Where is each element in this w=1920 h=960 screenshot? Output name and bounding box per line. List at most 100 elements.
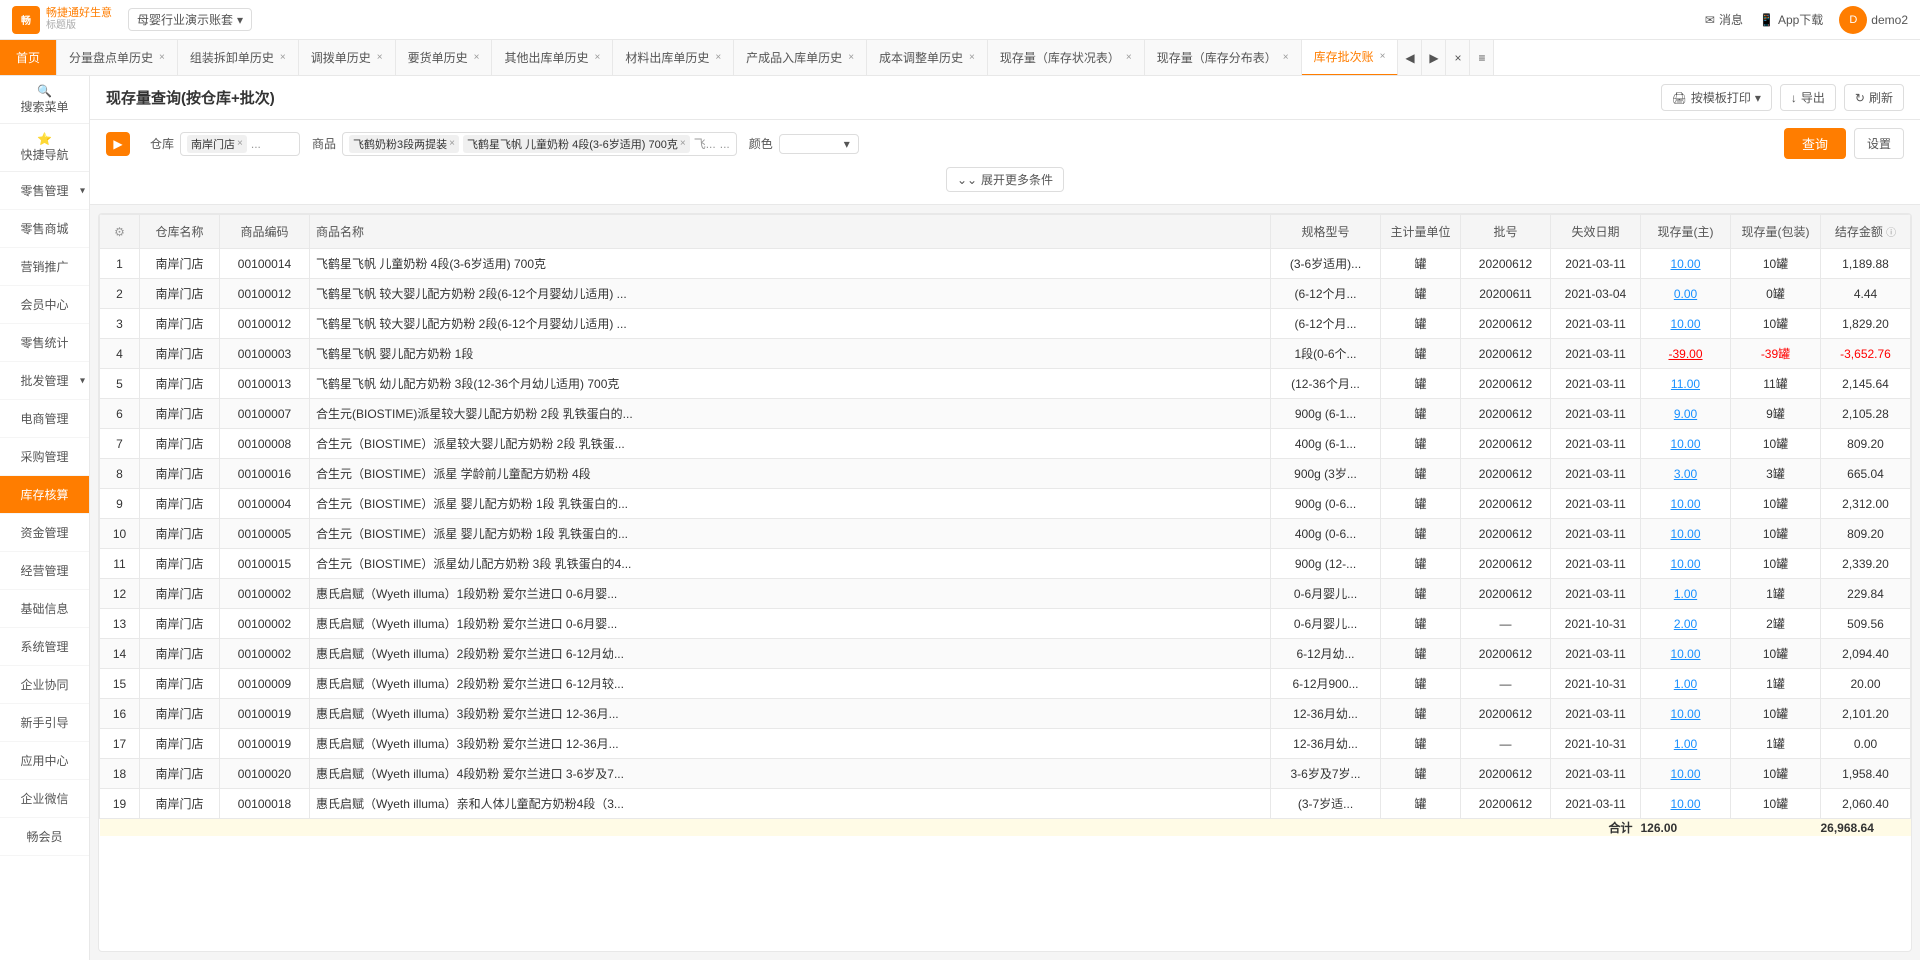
sidebar-item-member[interactable]: 会员中心 [0,286,89,324]
tab-other-out[interactable]: 其他出库单历史 × [492,40,613,76]
query-button[interactable]: 查询 [1784,128,1846,159]
tab-mix-close[interactable]: × [377,52,383,63]
row-qty[interactable]: 3.00 [1641,459,1731,489]
row-qty[interactable]: -39.00 [1641,339,1731,369]
row-qty[interactable]: 9.00 [1641,399,1731,429]
row-batch: — [1461,669,1551,699]
row-qty[interactable]: 1.00 [1641,729,1731,759]
row-qty[interactable]: 1.00 [1641,579,1731,609]
tab-nav-next[interactable]: ▶ [1422,40,1446,76]
app-download-button[interactable]: 📱 App下载 [1759,11,1823,28]
row-index: 1 [100,249,140,279]
tab-req-close[interactable]: × [474,52,480,63]
expand-filter-button[interactable]: ▶ [106,132,130,156]
sidebar-item-ecommerce[interactable]: 电商管理 [0,400,89,438]
tab-stock-status[interactable]: 现存量（库存状况表） × [988,40,1145,76]
row-qty[interactable]: 10.00 [1641,639,1731,669]
sidebar-item-appcenter[interactable]: 应用中心 [0,742,89,780]
row-qty[interactable]: 2.00 [1641,609,1731,639]
tab-mix[interactable]: 调拨单历史 × [299,40,396,76]
tab-stock-dist-close[interactable]: × [1283,52,1289,63]
product-tag-1-close[interactable]: × [449,138,455,149]
table-row: 4 南岸门店 00100003 飞鹤星飞帆 婴儿配方奶粉 1段 1段(0-6个.… [100,339,1911,369]
warehouse-more-dots[interactable]: ... [251,137,261,151]
product-tag-box[interactable]: 飞鹤奶粉3段两提装 × 飞鹤星飞帆 儿童奶粉 4段(3-6岁适用) 700克 ×… [342,132,737,156]
print-button[interactable]: 🖨 按模板打印 ▾ [1661,84,1772,111]
table-row: 13 南岸门店 00100002 惠氏启赋（Wyeth illuma）1段奶粉 … [100,609,1911,639]
company-selector[interactable]: 母婴行业演示账套 ▾ [128,8,252,31]
row-batch: — [1461,729,1551,759]
product-more-dots[interactable]: ... [720,137,730,151]
sidebar-item-retail[interactable]: 零售管理 ▾ [0,172,89,210]
tab-batch-voucher-close[interactable]: × [1380,51,1386,62]
sidebar-item-purchase[interactable]: 采购管理 [0,438,89,476]
row-batch: 20200612 [1461,489,1551,519]
tab-cost-adjust[interactable]: 成本调整单历史 × [867,40,988,76]
tab-disassemble[interactable]: 组装拆卸单历史 × [178,40,299,76]
sidebar-item-newguide[interactable]: 新手引导 [0,704,89,742]
tab-stock-status-close[interactable]: × [1126,52,1132,63]
tab-nav-close[interactable]: × [1446,40,1470,76]
sidebar-item-retail-stats[interactable]: 零售统计 [0,324,89,362]
row-qty[interactable]: 10.00 [1641,489,1731,519]
sidebar-item-wholesale[interactable]: 批发管理 ▾ [0,362,89,400]
row-qty[interactable]: 10.00 [1641,759,1731,789]
expand-more-button[interactable]: ⌄⌄ 展开更多条件 [946,167,1064,192]
sidebar-item-retail-shop[interactable]: 零售商城 [0,210,89,248]
tab-nav-prev[interactable]: ◀ [1398,40,1422,76]
refresh-button[interactable]: ↻ 刷新 [1844,84,1904,111]
sidebar-search[interactable]: 🔍 搜索菜单 [0,76,89,124]
tab-material-out-close[interactable]: × [715,52,721,63]
tab-nav-menu[interactable]: ≡ [1470,40,1494,76]
tab-material-out[interactable]: 材料出库单历史 × [613,40,734,76]
row-code: 00100013 [220,369,310,399]
tab-stock-dist[interactable]: 现存量（库存分布表） × [1145,40,1302,76]
tab-cost-adjust-close[interactable]: × [969,52,975,63]
tab-batch-voucher[interactable]: 库存批次账 × [1302,40,1399,76]
color-selector[interactable]: ▾ [779,134,859,154]
sidebar-item-operations[interactable]: 经营管理 [0,552,89,590]
row-qty[interactable]: 10.00 [1641,249,1731,279]
message-button[interactable]: ✉ 消息 [1705,11,1743,28]
row-qty[interactable]: 11.00 [1641,369,1731,399]
sidebar-item-basic[interactable]: 基础信息 [0,590,89,628]
chevron-down-icon: ▾ [80,185,85,196]
sidebar-item-finance[interactable]: 资金管理 [0,514,89,552]
row-qty[interactable]: 10.00 [1641,699,1731,729]
tab-product-in-close[interactable]: × [848,52,854,63]
table-row: 5 南岸门店 00100013 飞鹤星飞帆 幼儿配方奶粉 3段(12-36个月幼… [100,369,1911,399]
info-icon[interactable]: ⓘ [1886,228,1896,239]
sidebar-item-system[interactable]: 系统管理 [0,628,89,666]
row-warehouse: 南岸门店 [140,429,220,459]
user-avatar[interactable]: D demo2 [1839,6,1908,34]
row-qty[interactable]: 10.00 [1641,789,1731,819]
expand-down-icon: ⌄⌄ [957,173,977,187]
tab-disassemble-close[interactable]: × [280,52,286,63]
settings-icon[interactable]: ⚙ [114,225,125,239]
tab-home[interactable]: 首页 [0,40,57,76]
sidebar-quick-nav[interactable]: ⭐ 快捷导航 [0,124,89,172]
row-qty[interactable]: 10.00 [1641,309,1731,339]
tab-product-in[interactable]: 产成品入库单历史 × [734,40,867,76]
tab-split-close[interactable]: × [159,52,165,63]
warehouse-tag-close[interactable]: × [237,138,243,149]
tab-other-out-close[interactable]: × [594,52,600,63]
row-qty[interactable]: 10.00 [1641,429,1731,459]
tab-split[interactable]: 分量盘点单历史 × [57,40,178,76]
export-button[interactable]: ↓ 导出 [1780,84,1836,111]
warehouse-tag-box[interactable]: 南岸门店 × ... [180,132,300,156]
sidebar-item-enterprise[interactable]: 企业协同 [0,666,89,704]
product-tag-2-close[interactable]: × [680,138,686,149]
row-pkg: 1罐 [1731,669,1821,699]
setting-button[interactable]: 设置 [1854,128,1904,159]
row-qty[interactable]: 0.00 [1641,279,1731,309]
row-qty[interactable]: 10.00 [1641,519,1731,549]
sidebar-item-inventory[interactable]: 库存核算 [0,476,89,514]
sidebar-item-marketing[interactable]: 营销推广 [0,248,89,286]
row-name: 合生元（BIOSTIME）派星较大婴儿配方奶粉 2段 乳铁蛋... [310,429,1271,459]
row-qty[interactable]: 1.00 [1641,669,1731,699]
sidebar-item-wechat[interactable]: 企业微信 [0,780,89,818]
sidebar-item-member2[interactable]: 畅会员 [0,818,89,856]
tab-req[interactable]: 要货单历史 × [396,40,493,76]
row-qty[interactable]: 10.00 [1641,549,1731,579]
